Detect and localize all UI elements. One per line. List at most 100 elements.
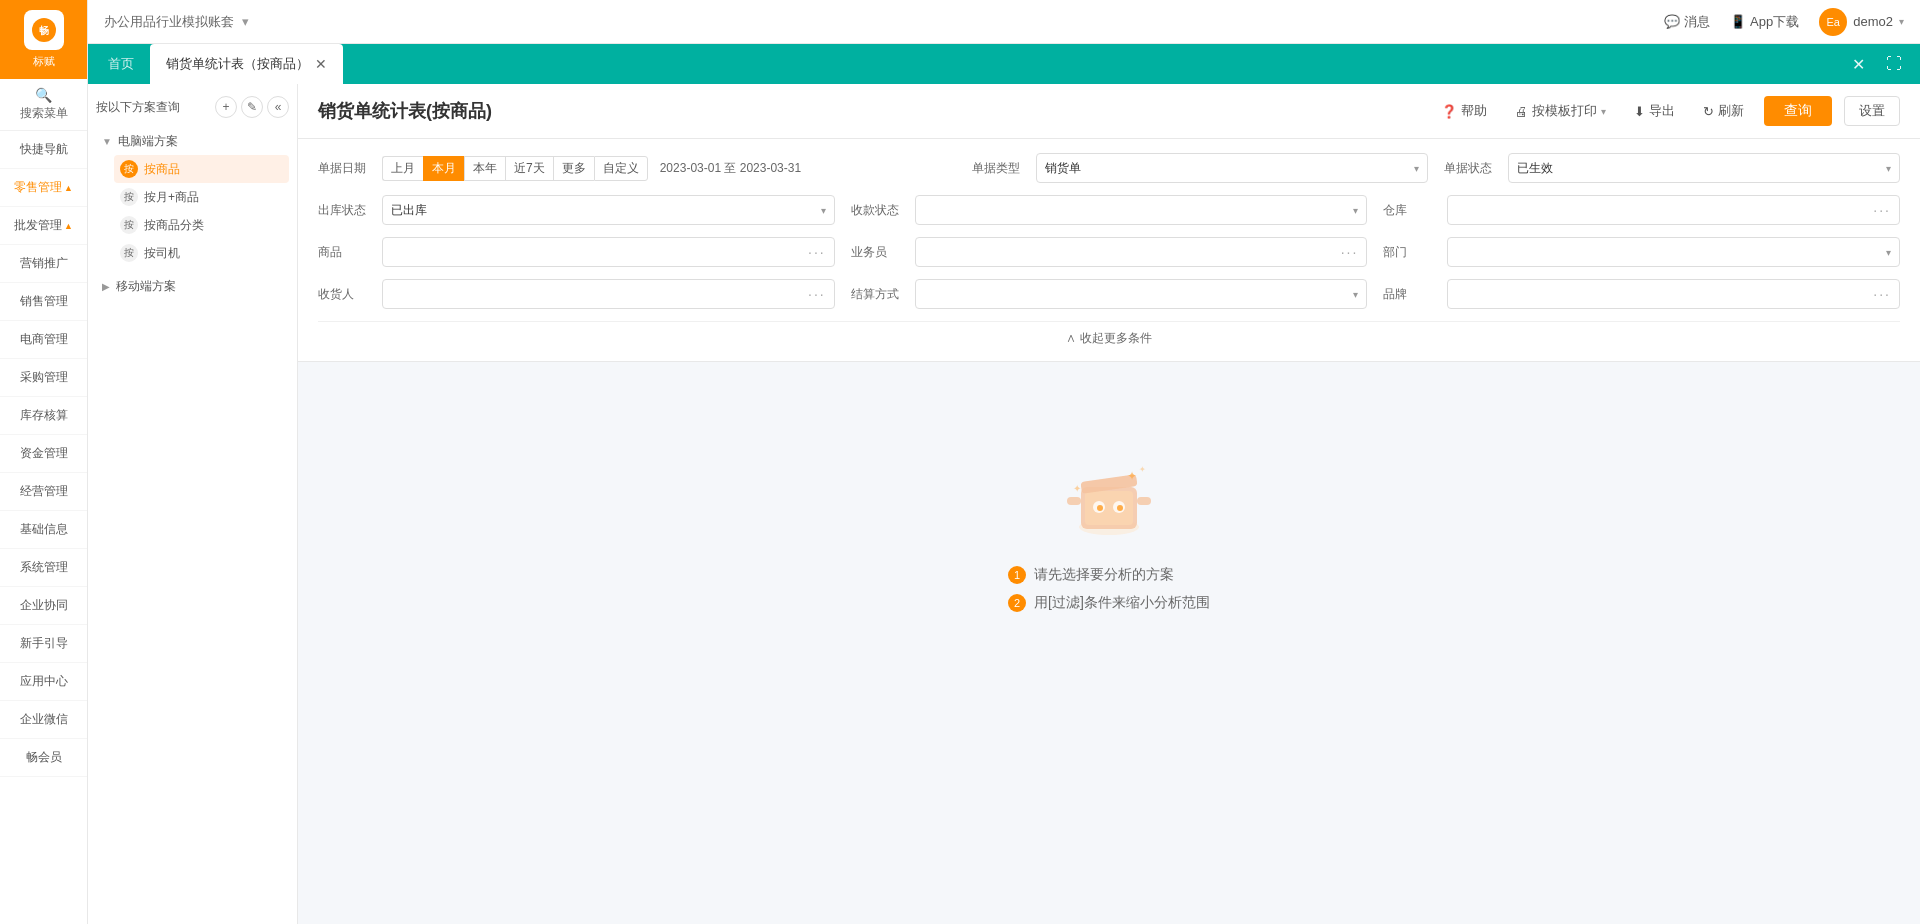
sidebar-item-guide[interactable]: 新手引导 bbox=[0, 625, 87, 663]
sidebar-item-system[interactable]: 系统管理 bbox=[0, 549, 87, 587]
tab-sales-stats[interactable]: 销货单统计表（按商品） ✕ bbox=[150, 44, 343, 84]
sidebar-item-stock[interactable]: 库存核算 bbox=[0, 397, 87, 435]
sidebar-item-retail[interactable]: 零售管理 ▲ bbox=[0, 169, 87, 207]
message-button[interactable]: 💬 消息 bbox=[1664, 13, 1710, 31]
print-label: 按模板打印 bbox=[1532, 102, 1597, 120]
scheme-label: 按商品分类 bbox=[144, 217, 204, 234]
product-select[interactable]: ··· bbox=[382, 237, 835, 267]
date-tab-current-month[interactable]: 本月 bbox=[423, 156, 464, 181]
date-tab-more[interactable]: 更多 bbox=[553, 156, 594, 181]
filter-date: 单据日期 上月 本月 本年 近7天 更多 自定义 2023-03-01 至 20… bbox=[318, 156, 956, 181]
sidebar-item-appstore[interactable]: 应用中心 bbox=[0, 663, 87, 701]
filter-doc-status: 单据状态 已生效 ▾ bbox=[1444, 153, 1900, 183]
tab-close-button[interactable]: ✕ bbox=[315, 57, 327, 71]
payment-status-control: ▾ bbox=[915, 195, 1368, 225]
sidebar-item-wholesale[interactable]: 批发管理 ▲ bbox=[0, 207, 87, 245]
warehouse-select[interactable]: ··· bbox=[1447, 195, 1900, 225]
refresh-button[interactable]: ↻ 刷新 bbox=[1695, 98, 1752, 124]
help-button[interactable]: ❓ 帮助 bbox=[1433, 98, 1495, 124]
scheme-by-category[interactable]: 按 按商品分类 bbox=[114, 211, 289, 239]
salesperson-control: ··· bbox=[915, 237, 1368, 267]
payment-status-dropdown-icon: ▾ bbox=[1353, 205, 1358, 216]
svg-rect-9 bbox=[1067, 497, 1081, 505]
date-tab-last7days[interactable]: 近7天 bbox=[505, 156, 553, 181]
sidebar-item-ecommerce[interactable]: 电商管理 bbox=[0, 321, 87, 359]
app-download-button[interactable]: 📱 App下载 bbox=[1730, 13, 1799, 31]
sidebar-item-sales[interactable]: 销售管理 bbox=[0, 283, 87, 321]
svg-rect-4 bbox=[1085, 491, 1133, 525]
out-status-value: 已出库 bbox=[391, 202, 821, 219]
sidebar-item-operation[interactable]: 经营管理 bbox=[0, 473, 87, 511]
chevron-up-icon: ▲ bbox=[64, 221, 73, 231]
dropdown-arrow-icon[interactable]: ▾ bbox=[242, 14, 249, 29]
sidebar-item-purchase[interactable]: 采购管理 bbox=[0, 359, 87, 397]
out-status-select[interactable]: 已出库 ▾ bbox=[382, 195, 835, 225]
scheme-by-clerk[interactable]: 按 按司机 bbox=[114, 239, 289, 267]
doc-status-select[interactable]: 已生效 ▾ bbox=[1508, 153, 1900, 183]
print-button[interactable]: 🖨 按模板打印 ▾ bbox=[1507, 98, 1614, 124]
brand-control: ··· bbox=[1447, 279, 1900, 309]
filter-department: 部门 ▾ bbox=[1383, 237, 1900, 267]
sidebar-item-label: 营销推广 bbox=[20, 256, 68, 270]
add-scheme-button[interactable]: + bbox=[215, 96, 237, 118]
logo-icon: 畅 bbox=[24, 10, 64, 50]
doc-status-label: 单据状态 bbox=[1444, 160, 1500, 177]
export-button[interactable]: ⬇ 导出 bbox=[1626, 98, 1683, 124]
date-tab-last-month[interactable]: 上月 bbox=[382, 156, 423, 181]
edit-scheme-button[interactable]: ✎ bbox=[241, 96, 263, 118]
user-profile[interactable]: Ea demo2 ▾ bbox=[1819, 8, 1904, 36]
sidebar-search-item[interactable]: 🔍 搜索菜单 bbox=[0, 79, 87, 131]
tip-num-1: 1 bbox=[1008, 566, 1026, 584]
tab-expand-button[interactable]: ⛶ bbox=[1880, 50, 1908, 78]
svg-point-8 bbox=[1117, 505, 1123, 511]
out-status-control: 已出库 ▾ bbox=[382, 195, 835, 225]
sidebar-item-basic[interactable]: 基础信息 bbox=[0, 511, 87, 549]
sidebar-item-label: 资金管理 bbox=[20, 446, 68, 460]
doc-type-control: 销货单 ▾ bbox=[1036, 153, 1428, 183]
sidebar-item-enterprise[interactable]: 企业协同 bbox=[0, 587, 87, 625]
panel-header-actions: + ✎ « bbox=[215, 96, 289, 118]
date-control: 上月 本月 本年 近7天 更多 自定义 2023-03-01 至 2023-03… bbox=[382, 156, 956, 181]
sidebar-item-marketing[interactable]: 营销推广 bbox=[0, 245, 87, 283]
empty-tip-2: 2 用[过滤]条件来缩小分析范围 bbox=[1008, 594, 1210, 612]
sidebar: 畅 标赋 🔍 搜索菜单 快捷导航 零售管理 ▲ 批发管理 ▲ 营销推广 销售管理… bbox=[0, 0, 88, 924]
page-actions: ❓ 帮助 🖨 按模板打印 ▾ ⬇ 导出 ↻ 刷新 bbox=[1433, 96, 1900, 126]
scheme-by-month-product[interactable]: 按 按月+商品 bbox=[114, 183, 289, 211]
settlement-select[interactable]: ▾ bbox=[915, 279, 1368, 309]
sidebar-item-label: 电商管理 bbox=[20, 332, 68, 346]
tab-close-all-button[interactable]: ✕ bbox=[1844, 50, 1872, 78]
collapse-filter-button[interactable]: ∧ 收起更多条件 bbox=[318, 321, 1900, 355]
left-panel: 按以下方案查询 + ✎ « ▼ 电脑端方案 按 按商品 按 按月+ bbox=[88, 84, 298, 924]
warehouse-more-icon: ··· bbox=[1873, 202, 1891, 218]
receiver-more-icon: ··· bbox=[808, 286, 826, 302]
date-tab-custom[interactable]: 自定义 bbox=[594, 156, 648, 181]
collapse-panel-button[interactable]: « bbox=[267, 96, 289, 118]
settings-button[interactable]: 设置 bbox=[1844, 96, 1900, 126]
tree-section-pc[interactable]: ▼ 电脑端方案 bbox=[96, 128, 289, 155]
payment-status-select[interactable]: ▾ bbox=[915, 195, 1368, 225]
department-select[interactable]: ▾ bbox=[1447, 237, 1900, 267]
page-title: 销货单统计表(按商品) bbox=[318, 99, 492, 123]
salesperson-select[interactable]: ··· bbox=[915, 237, 1368, 267]
main-area: 办公用品行业模拟账套 ▾ 💬 消息 📱 App下载 Ea demo2 ▾ 首 bbox=[88, 0, 1920, 924]
scheme-by-product[interactable]: 按 按商品 bbox=[114, 155, 289, 183]
top-header: 办公用品行业模拟账套 ▾ 💬 消息 📱 App下载 Ea demo2 ▾ bbox=[88, 0, 1920, 44]
date-tab-current-year[interactable]: 本年 bbox=[464, 156, 505, 181]
sidebar-item-finance[interactable]: 资金管理 bbox=[0, 435, 87, 473]
help-icon: ❓ bbox=[1441, 104, 1457, 119]
filter-out-status: 出库状态 已出库 ▾ bbox=[318, 195, 835, 225]
tree-section-mobile[interactable]: ▶ 移动端方案 bbox=[96, 273, 289, 300]
help-label: 帮助 bbox=[1461, 102, 1487, 120]
sidebar-item-wechat[interactable]: 企业微信 bbox=[0, 701, 87, 739]
sidebar-item-quick-nav[interactable]: 快捷导航 bbox=[0, 131, 87, 169]
brand-select[interactable]: ··· bbox=[1447, 279, 1900, 309]
receiver-select[interactable]: ··· bbox=[382, 279, 835, 309]
svg-point-7 bbox=[1097, 505, 1103, 511]
tab-home-label: 首页 bbox=[108, 55, 134, 73]
tab-home[interactable]: 首页 bbox=[92, 44, 150, 84]
query-button[interactable]: 查询 bbox=[1764, 96, 1832, 126]
print-arrow-icon: ▾ bbox=[1601, 106, 1606, 117]
sidebar-item-member[interactable]: 畅会员 bbox=[0, 739, 87, 777]
doc-type-select[interactable]: 销货单 ▾ bbox=[1036, 153, 1428, 183]
date-label: 单据日期 bbox=[318, 160, 374, 177]
